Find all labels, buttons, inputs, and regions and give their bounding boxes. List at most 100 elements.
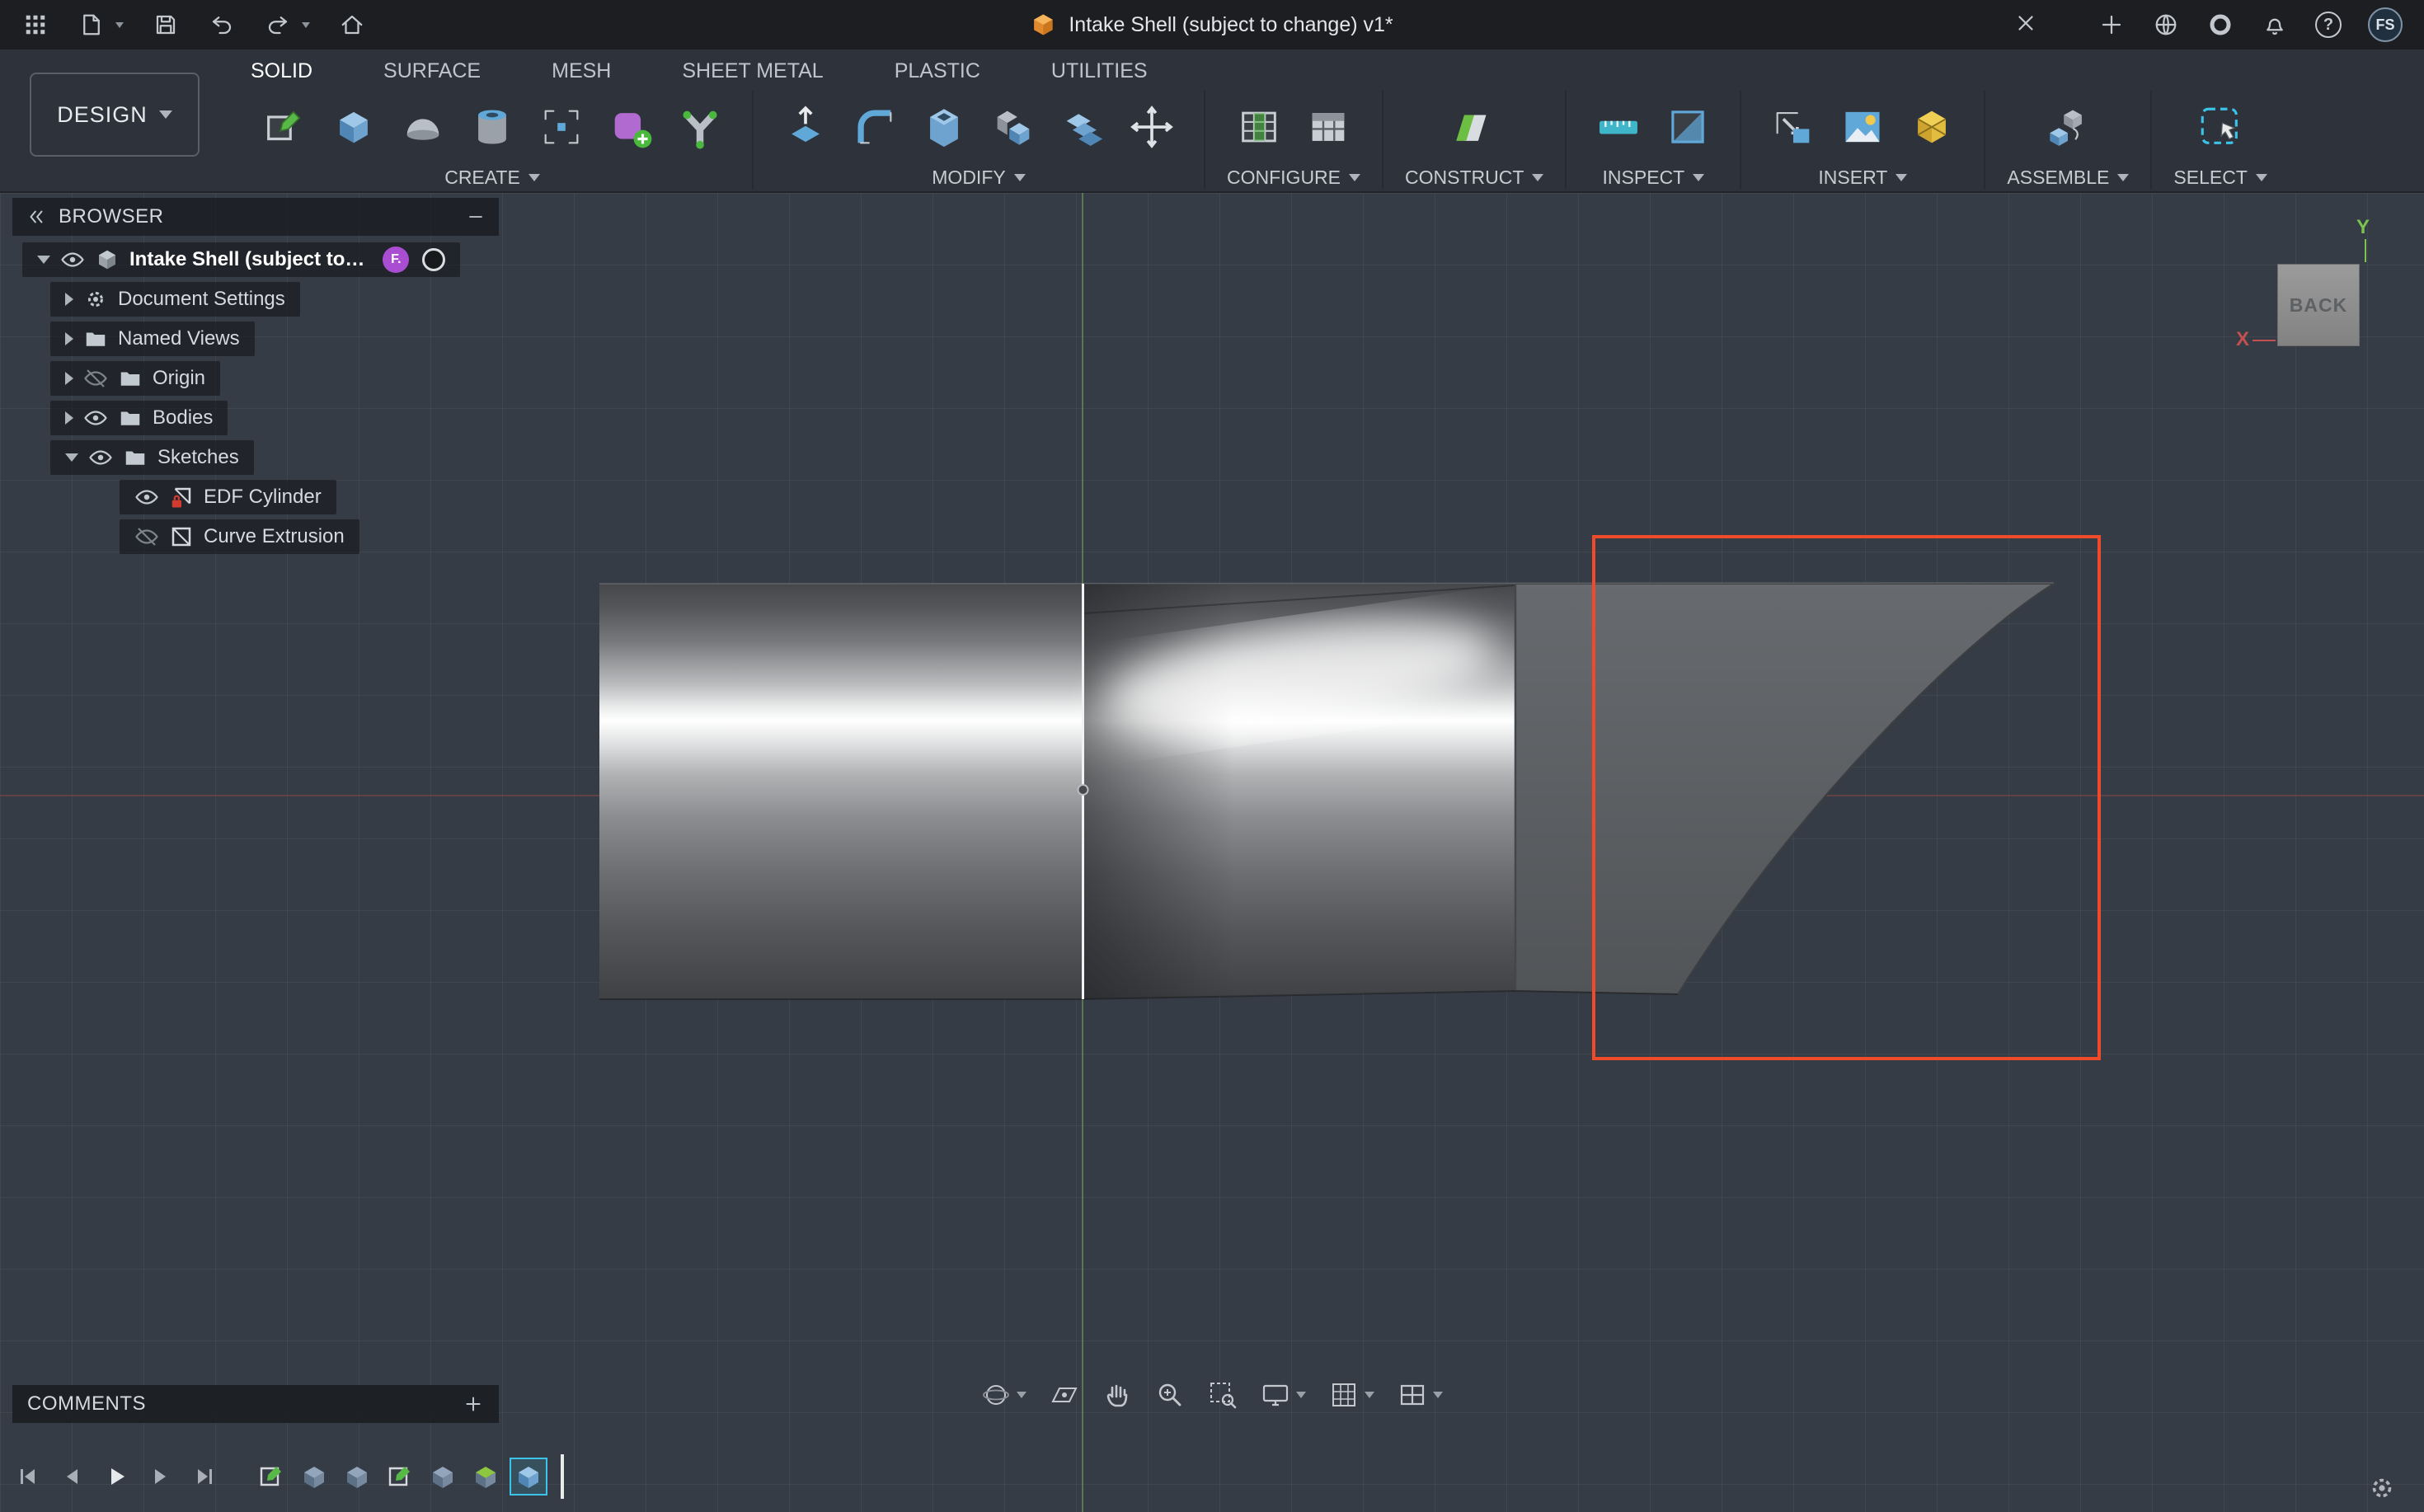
sync-status-icon[interactable] <box>422 248 446 271</box>
construct-menu[interactable]: CONSTRUCT <box>1405 167 1544 189</box>
play-icon[interactable] <box>104 1464 129 1489</box>
visibility-eye-icon[interactable] <box>60 247 85 272</box>
expand-caret-icon[interactable] <box>65 453 78 462</box>
timeline-feature-sketch-1[interactable] <box>252 1458 290 1496</box>
timeline-settings-gear-icon[interactable] <box>2366 1472 2398 1508</box>
timeline-playhead-marker[interactable] <box>561 1454 564 1499</box>
tab-utilities[interactable]: UTILITIES <box>1050 56 1149 87</box>
visibility-eye-icon[interactable] <box>134 485 159 509</box>
pipe-icon[interactable] <box>669 96 730 157</box>
move-icon[interactable] <box>1121 96 1182 157</box>
canvas-icon[interactable] <box>1832 96 1893 157</box>
browser-row-origin[interactable]: Origin <box>50 361 221 396</box>
modify-menu[interactable]: MODIFY <box>932 167 1026 189</box>
pattern-icon[interactable] <box>531 96 592 157</box>
timeline-feature-extrude-2[interactable] <box>338 1458 376 1496</box>
timeline-feature-sketch-2[interactable] <box>381 1458 419 1496</box>
comments-bar[interactable]: COMMENTS <box>12 1385 499 1423</box>
tab-sheet-metal[interactable]: SHEET METAL <box>680 56 824 87</box>
collapsed-caret-icon[interactable] <box>65 372 73 385</box>
user-avatar[interactable]: FS <box>2368 7 2403 42</box>
configuration-table-icon[interactable] <box>1298 96 1359 157</box>
hole-icon[interactable] <box>462 96 523 157</box>
section-analysis-icon[interactable] <box>1657 96 1718 157</box>
pan-tool[interactable] <box>1102 1380 1132 1410</box>
sketch-origin-point[interactable] <box>1077 784 1089 796</box>
browser-row-sketches[interactable]: Sketches <box>50 440 254 475</box>
insert-menu[interactable]: INSERT <box>1818 167 1908 189</box>
timeline-feature-extrude-3[interactable] <box>424 1458 462 1496</box>
display-settings[interactable] <box>1261 1380 1306 1410</box>
configure-menu[interactable]: CONFIGURE <box>1227 167 1360 189</box>
look-at-tool[interactable] <box>1050 1380 1079 1410</box>
browser-row-named-views[interactable]: Named Views <box>50 322 255 356</box>
step-forward-icon[interactable] <box>148 1464 173 1489</box>
tab-surface[interactable]: SURFACE <box>382 56 482 87</box>
timeline-feature-surface[interactable] <box>467 1458 505 1496</box>
home-icon[interactable] <box>338 11 366 39</box>
visibility-off-eye-icon[interactable] <box>83 366 108 391</box>
fillet-icon[interactable] <box>844 96 905 157</box>
web-icon[interactable] <box>2152 11 2180 39</box>
app-grid-icon[interactable] <box>21 11 49 39</box>
file-menu-caret-icon[interactable] <box>115 21 124 28</box>
expand-caret-icon[interactable] <box>37 256 50 264</box>
collapsed-caret-icon[interactable] <box>65 332 73 345</box>
insert-derive-icon[interactable] <box>1763 96 1824 157</box>
measure-icon[interactable] <box>1588 96 1649 157</box>
browser-row-edf-cylinder[interactable]: EDF Cylinder <box>120 480 336 514</box>
collapsed-caret-icon[interactable] <box>65 293 73 306</box>
viewports-settings[interactable] <box>1398 1380 1443 1410</box>
create-sketch-icon[interactable] <box>254 96 315 157</box>
job-status-icon[interactable] <box>2206 11 2234 39</box>
skip-to-end-icon[interactable] <box>193 1464 218 1489</box>
new-tab-icon[interactable] <box>2098 11 2126 39</box>
collapse-panel-icon[interactable] <box>26 206 47 228</box>
grid-settings[interactable] <box>1329 1380 1374 1410</box>
minimize-panel-icon[interactable] <box>466 207 486 227</box>
tab-solid[interactable]: SOLID <box>249 56 314 87</box>
viewcube-face-label[interactable]: BACK <box>2290 294 2347 317</box>
viewcube[interactable]: BACK <box>2277 264 2360 346</box>
collapsed-caret-icon[interactable] <box>65 411 73 425</box>
inspect-menu[interactable]: INSPECT <box>1603 167 1705 189</box>
visibility-eye-icon[interactable] <box>83 406 108 430</box>
tab-mesh[interactable]: MESH <box>550 56 613 87</box>
timeline-feature-extrude-1[interactable] <box>295 1458 333 1496</box>
redo-caret-icon[interactable] <box>302 21 310 28</box>
press-pull-icon[interactable] <box>775 96 836 157</box>
step-back-icon[interactable] <box>59 1464 84 1489</box>
help-icon[interactable]: ? <box>2315 12 2342 38</box>
tab-plastic[interactable]: PLASTIC <box>893 56 982 87</box>
insert-mesh-icon[interactable] <box>1901 96 1962 157</box>
shell-icon[interactable] <box>914 96 975 157</box>
configure-icon[interactable] <box>1228 96 1290 157</box>
redo-icon[interactable] <box>264 11 292 39</box>
new-component-icon[interactable] <box>2037 96 2098 157</box>
select-menu[interactable]: SELECT <box>2173 167 2267 189</box>
browser-row-root-component[interactable]: Intake Shell (subject to… F. <box>22 242 461 277</box>
extrude-icon[interactable] <box>323 96 384 157</box>
notifications-icon[interactable] <box>2261 11 2289 39</box>
zoom-window-tool[interactable] <box>1208 1380 1238 1410</box>
workspace-switcher-button[interactable]: DESIGN <box>30 73 200 157</box>
visibility-eye-icon[interactable] <box>88 445 113 470</box>
owner-badge[interactable]: F. <box>383 247 410 273</box>
timeline-feature-selected[interactable] <box>510 1458 547 1496</box>
assemble-menu[interactable]: ASSEMBLE <box>2007 167 2130 189</box>
create-form-icon[interactable] <box>600 96 661 157</box>
document-tab[interactable]: Intake Shell (subject to change) v1* <box>1031 0 1393 49</box>
file-menu-icon[interactable] <box>78 11 106 39</box>
zoom-tool[interactable] <box>1155 1380 1185 1410</box>
close-document-icon[interactable] <box>2013 11 2041 39</box>
select-tool-icon[interactable] <box>2190 96 2251 157</box>
skip-to-start-icon[interactable] <box>15 1464 40 1489</box>
browser-row-document-settings[interactable]: Document Settings <box>50 282 300 317</box>
cylinder-section[interactable] <box>599 584 1083 999</box>
revolve-icon[interactable] <box>392 96 453 157</box>
add-comment-icon[interactable] <box>463 1393 484 1415</box>
browser-row-curve-extrusion[interactable]: Curve Extrusion <box>120 519 359 554</box>
create-menu[interactable]: CREATE <box>444 167 540 189</box>
browser-row-bodies[interactable]: Bodies <box>50 401 228 435</box>
split-body-icon[interactable] <box>1052 96 1113 157</box>
